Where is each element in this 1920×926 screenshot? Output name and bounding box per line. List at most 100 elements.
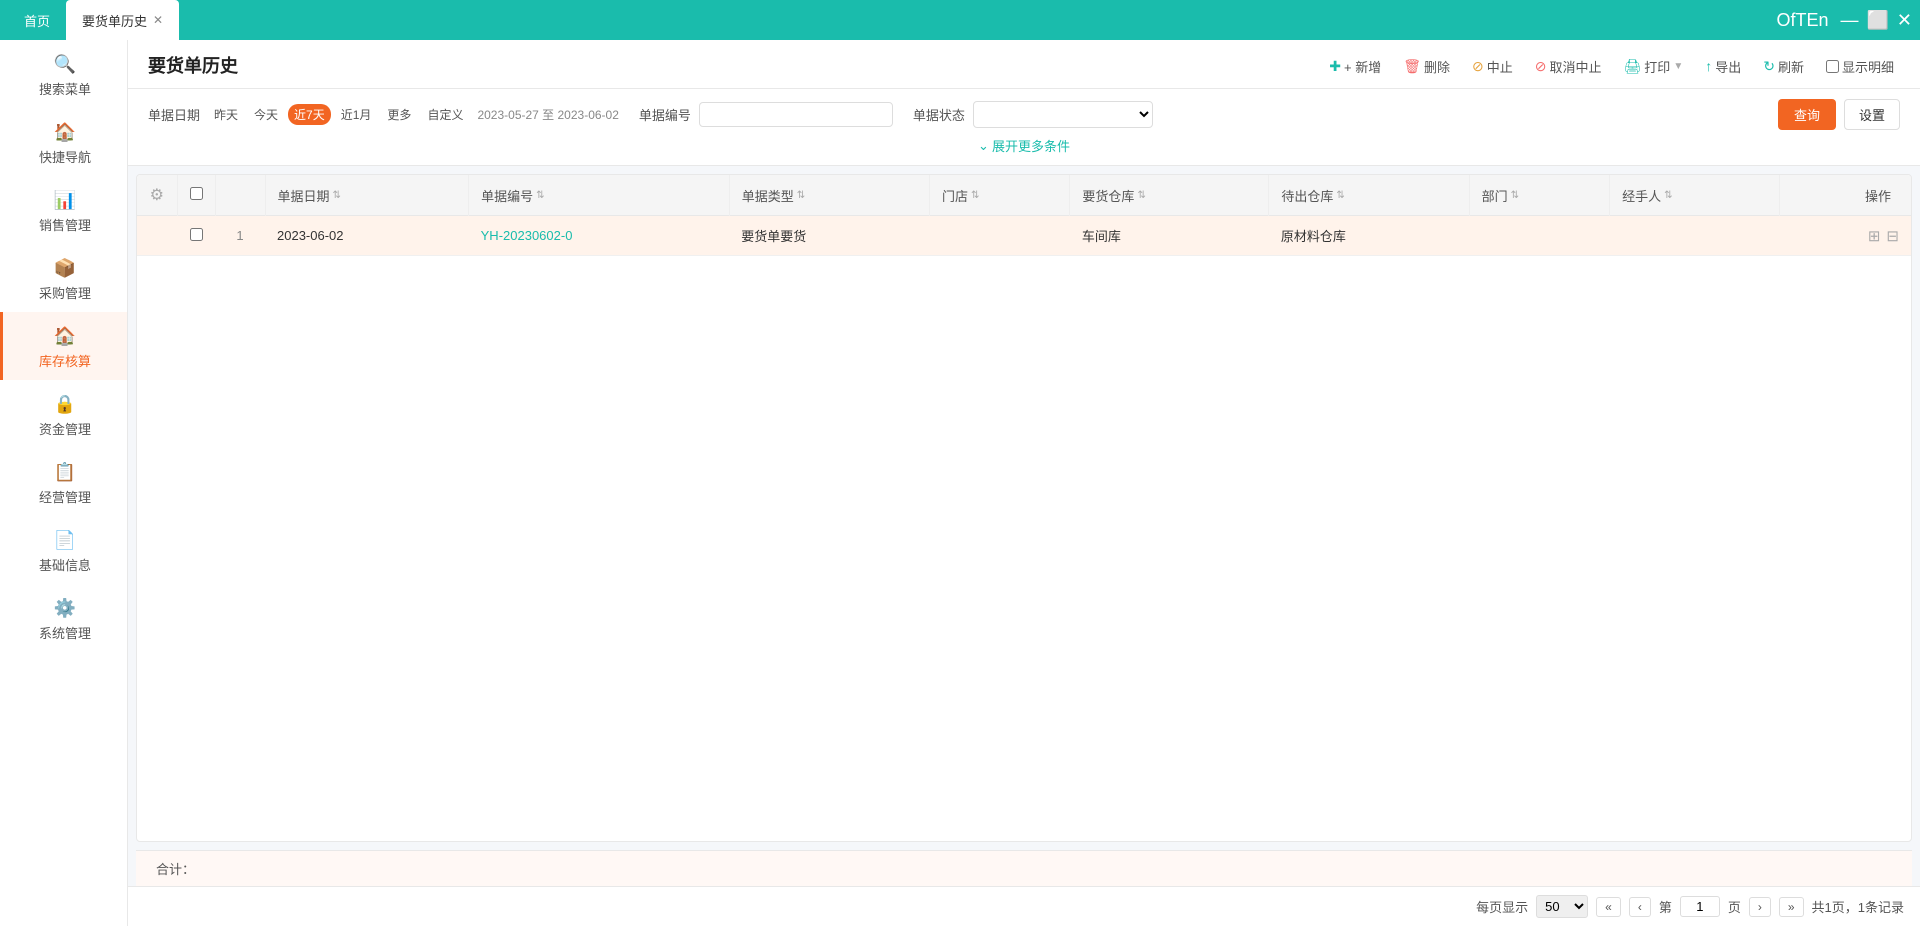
- row-req-warehouse: 车间库: [1070, 216, 1269, 256]
- sidebar-item-purchase-mgmt[interactable]: 📦 采购管理: [0, 244, 127, 312]
- doc-no-input[interactable]: [699, 102, 893, 127]
- window-minimize-icon[interactable]: —: [1840, 10, 1858, 31]
- sidebar: 🔍 搜索菜单 🏠 快捷导航 📊 销售管理 📦 采购管理 🏠 库存核算 🔒 资金管…: [0, 40, 128, 926]
- tab-home[interactable]: 首页: [8, 0, 66, 40]
- sort-icon-pending-warehouse[interactable]: ⇅: [1336, 190, 1344, 201]
- export-button[interactable]: ↑ 导出: [1699, 53, 1747, 80]
- view-icon[interactable]: ⊞: [1868, 227, 1881, 245]
- row-doc-type: 要货单要货: [729, 216, 929, 256]
- table-container: ⚙ 单据日期 ⇅: [136, 174, 1912, 842]
- date-shortcut-today[interactable]: 今天: [248, 104, 284, 125]
- sidebar-item-label: 资金管理: [39, 419, 91, 438]
- export-icon: ↑: [1705, 58, 1712, 74]
- page-number-input[interactable]: [1680, 896, 1720, 917]
- query-button[interactable]: 查询: [1778, 99, 1836, 130]
- sidebar-item-system-mgmt[interactable]: ⚙️ 系统管理: [0, 584, 127, 652]
- display-detail-button[interactable]: 显示明细: [1820, 53, 1900, 80]
- stop-button[interactable]: ⊘ 中止: [1466, 53, 1519, 80]
- col-rownum: [215, 175, 265, 216]
- page-unit-label: 页: [1728, 897, 1741, 916]
- row-doc-date: 2023-06-02: [265, 216, 469, 256]
- sidebar-item-operations-mgmt[interactable]: 📋 经营管理: [0, 448, 127, 516]
- first-page-button[interactable]: «: [1596, 897, 1621, 917]
- sidebar-item-basic-info[interactable]: 📄 基础信息: [0, 516, 127, 584]
- search-menu-icon: 🔍: [54, 54, 76, 75]
- print-chevron-icon: ▼: [1673, 61, 1683, 72]
- date-shortcut-last7days[interactable]: 近7天: [288, 104, 331, 125]
- row-checkbox[interactable]: [190, 228, 203, 241]
- often-label: OfTEn: [1776, 10, 1828, 31]
- row-pending-warehouse: 原材料仓库: [1269, 216, 1469, 256]
- doc-no-link[interactable]: YH-20230602-0: [481, 228, 573, 243]
- status-filter-group: 单据状态: [913, 101, 1153, 128]
- date-shortcut-more[interactable]: 更多: [381, 104, 417, 125]
- table-settings-icon[interactable]: ⚙: [150, 187, 164, 204]
- data-table: ⚙ 单据日期 ⇅: [137, 175, 1911, 256]
- sort-icon-handler[interactable]: ⇅: [1664, 190, 1672, 201]
- status-select[interactable]: [973, 101, 1153, 128]
- operations-mgmt-icon: 📋: [54, 462, 76, 483]
- date-filter-label: 单据日期: [148, 105, 200, 124]
- sidebar-item-label: 采购管理: [39, 283, 91, 302]
- sidebar-item-sales-mgmt[interactable]: 📊 销售管理: [0, 176, 127, 244]
- toolbar: ✚ + 新增 🗑 删除 ⊘ 中止 ⊘ 取消中止: [1323, 53, 1900, 88]
- sidebar-item-quick-nav[interactable]: 🏠 快捷导航: [0, 108, 127, 176]
- sort-icon-department[interactable]: ⇅: [1511, 190, 1519, 201]
- row-checkbox-cell: [177, 216, 215, 256]
- print-button[interactable]: 🖨 打印 ▼: [1618, 53, 1690, 80]
- col-department: 部门 ⇅: [1469, 175, 1609, 216]
- sidebar-item-label: 快捷导航: [39, 147, 91, 166]
- col-settings: ⚙: [137, 175, 177, 216]
- date-shortcut-custom[interactable]: 自定义: [421, 104, 469, 125]
- col-store: 门店 ⇅: [930, 175, 1070, 216]
- tab-requisition-history[interactable]: 要货单历史 ✕: [66, 0, 179, 40]
- date-shortcut-yesterday[interactable]: 昨天: [208, 104, 244, 125]
- new-icon: ✚: [1329, 58, 1341, 75]
- sort-icon-doc-type[interactable]: ⇅: [797, 190, 805, 201]
- sidebar-item-inventory[interactable]: 🏠 库存核算: [0, 312, 127, 380]
- sidebar-item-label: 搜索菜单: [39, 79, 91, 98]
- sort-icon-store[interactable]: ⇅: [971, 190, 979, 201]
- refresh-button[interactable]: ↻ 刷新: [1757, 53, 1810, 80]
- setting-button[interactable]: 设置: [1844, 99, 1900, 130]
- sidebar-item-finance-mgmt[interactable]: 🔒 资金管理: [0, 380, 127, 448]
- expand-more-button[interactable]: ⌄ 展开更多条件: [978, 136, 1070, 155]
- col-pending-warehouse: 待出仓库 ⇅: [1269, 175, 1469, 216]
- sidebar-item-search-menu[interactable]: 🔍 搜索菜单: [0, 40, 127, 108]
- edit-icon[interactable]: ⊟: [1886, 227, 1899, 245]
- tab-close-icon[interactable]: ✕: [153, 13, 163, 27]
- last-page-button[interactable]: »: [1779, 897, 1804, 917]
- window-close-icon[interactable]: ✕: [1897, 10, 1912, 31]
- next-page-button[interactable]: ›: [1749, 897, 1771, 917]
- tab-list: 首页 要货单历史 ✕: [8, 0, 179, 40]
- new-button[interactable]: ✚ + 新增: [1323, 53, 1387, 80]
- page-title: 要货单历史: [148, 52, 238, 78]
- select-all-checkbox[interactable]: [190, 187, 203, 200]
- date-shortcut-last1month[interactable]: 近1月: [335, 104, 378, 125]
- print-icon: 🖨: [1624, 58, 1642, 75]
- cancel-stop-button[interactable]: ⊘ 取消中止: [1529, 53, 1608, 80]
- row-settings: [137, 216, 177, 256]
- sort-icon-doc-no[interactable]: ⇅: [536, 190, 544, 201]
- doc-no-label: 单据编号: [639, 105, 691, 124]
- display-detail-checkbox[interactable]: [1826, 60, 1839, 73]
- sidebar-item-label: 系统管理: [39, 623, 91, 642]
- refresh-icon: ↻: [1763, 58, 1775, 75]
- sidebar-item-label: 库存核算: [39, 351, 91, 370]
- row-action: ⊞ ⊟: [1779, 216, 1911, 256]
- per-page-select[interactable]: 50 100: [1536, 895, 1588, 918]
- sort-icon-req-warehouse[interactable]: ⇅: [1137, 190, 1145, 201]
- filter-row-1: 单据日期 昨天 今天 近7天 近1月 更多 自定义 2023-05-27 至 2…: [148, 99, 1900, 130]
- col-handler: 经手人 ⇅: [1610, 175, 1780, 216]
- sidebar-item-label: 经营管理: [39, 487, 91, 506]
- col-action: 操作: [1779, 175, 1911, 216]
- prev-page-button[interactable]: ‹: [1629, 897, 1651, 917]
- total-info: 共1页，1条记录: [1812, 897, 1904, 916]
- sidebar-item-label: 基础信息: [39, 555, 91, 574]
- sort-icon-doc-date[interactable]: ⇅: [333, 190, 341, 201]
- date-shortcuts: 昨天 今天 近7天 近1月 更多 自定义: [208, 104, 469, 125]
- delete-button[interactable]: 🗑 删除: [1397, 53, 1456, 80]
- row-handler: [1610, 216, 1780, 256]
- doc-no-filter-group: 单据编号: [639, 102, 893, 127]
- window-maximize-icon[interactable]: ⬜: [1866, 10, 1888, 31]
